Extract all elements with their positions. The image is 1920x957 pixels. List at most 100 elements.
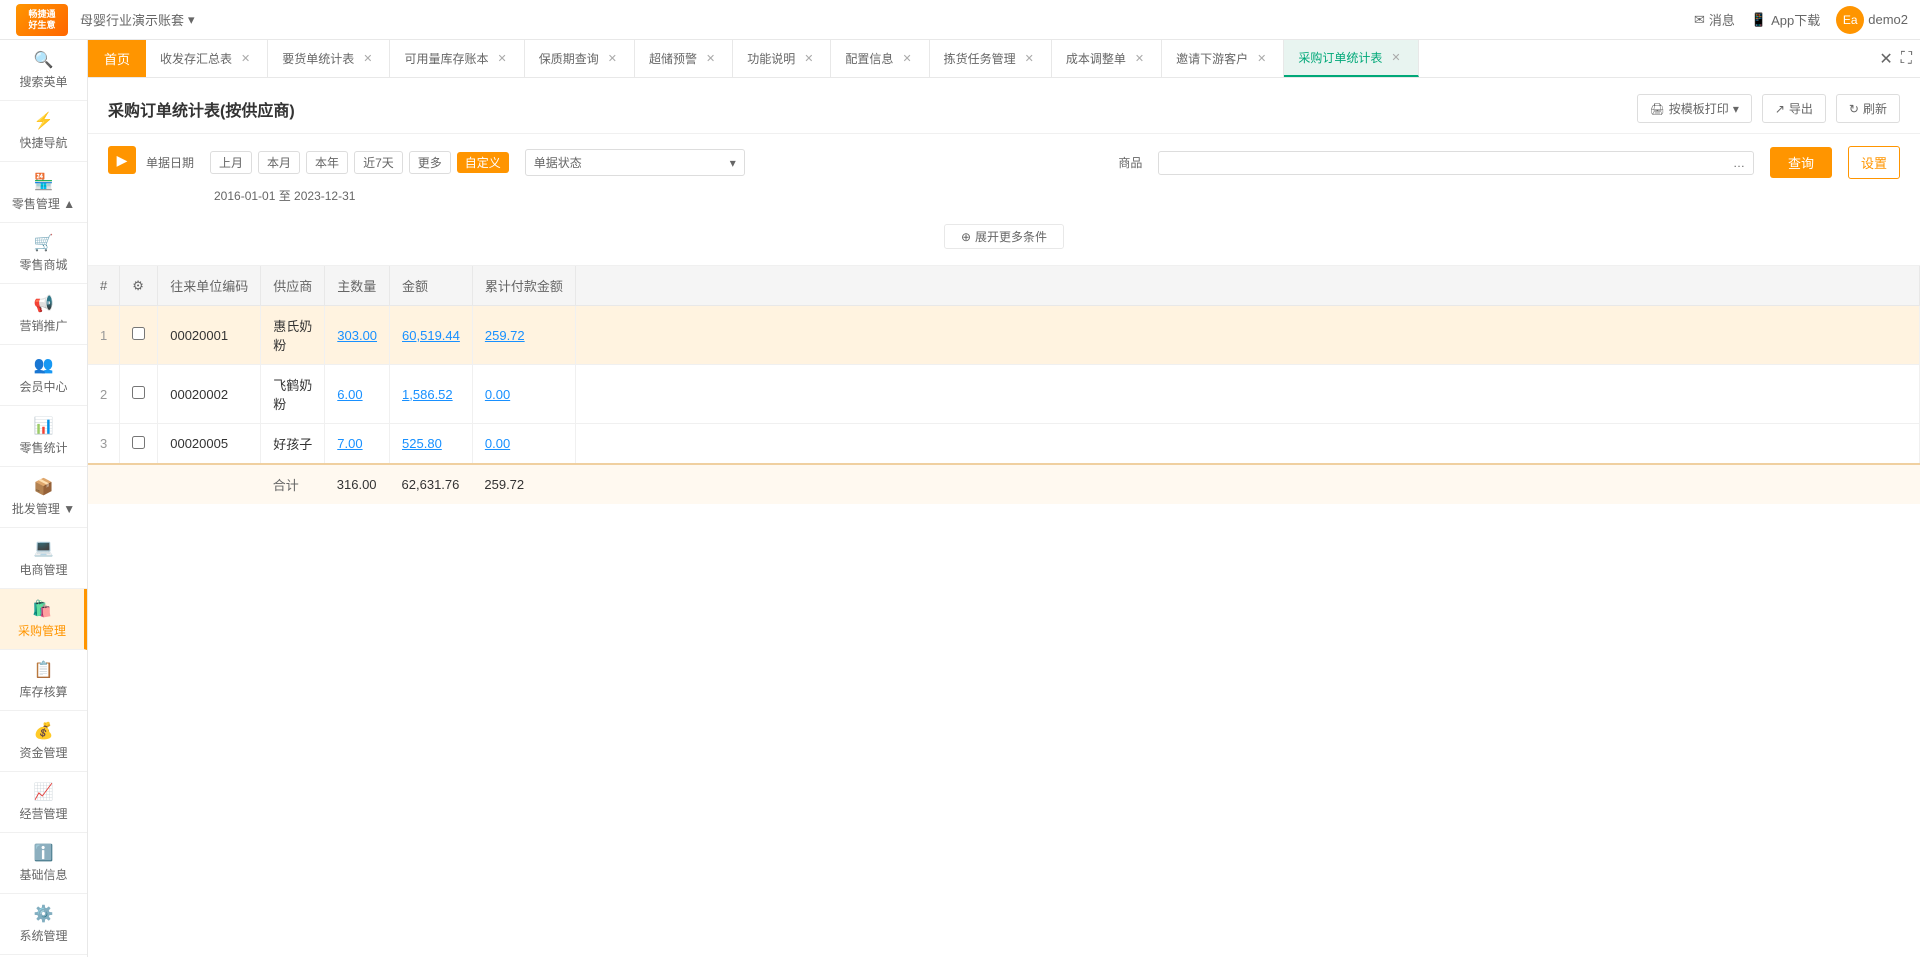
- sidebar-item-ecommerce[interactable]: 💻 电商管理: [0, 528, 87, 589]
- settings-icon: ⚙: [132, 278, 144, 293]
- sidebar-item-system[interactable]: ⚙️ 系统管理: [0, 894, 87, 955]
- tab-cost-adjust[interactable]: 成本调整单 ✕: [1052, 40, 1162, 77]
- tab-close-available-inv[interactable]: ✕: [495, 51, 510, 66]
- date-btn-last-month[interactable]: 上月: [210, 151, 252, 174]
- page-title: 采购订单统计表(按供应商): [108, 97, 295, 121]
- search-icon: 🔍: [4, 50, 83, 70]
- cell-main-qty[interactable]: 303.00: [325, 306, 390, 365]
- nav-icon: ⚡: [4, 111, 83, 131]
- query-button[interactable]: 查询: [1770, 147, 1832, 178]
- goods-filter-more-icon: …: [1733, 156, 1745, 170]
- tab-close-purchase-order-stat[interactable]: ✕: [1388, 50, 1403, 65]
- tab-home-label: 首页: [104, 49, 130, 68]
- refresh-button[interactable]: ↻ 刷新: [1836, 94, 1900, 123]
- main-layout: 🔍 搜索英单 ⚡ 快捷导航 🏪 零售管理 ▲ 🛒 零售商城 📢 营销推广 👥 会…: [0, 40, 1920, 957]
- tab-close-expiry-query[interactable]: ✕: [605, 51, 620, 66]
- row-checkbox[interactable]: [132, 436, 145, 449]
- row-checkbox[interactable]: [132, 386, 145, 399]
- sidebar-item-basic[interactable]: ℹ️ 基础信息: [0, 833, 87, 894]
- sidebar-label-inventory: 库存核算: [19, 685, 67, 699]
- tab-purchase-stat[interactable]: 要货单统计表 ✕: [268, 40, 390, 77]
- cell-amount[interactable]: 525.80: [390, 424, 473, 465]
- cell-amount[interactable]: 60,519.44: [390, 306, 473, 365]
- cell-paid-amount[interactable]: 0.00: [472, 365, 575, 424]
- table-row: 1 00020001 惠氏奶粉 303.00 60,519.44 259.72: [88, 306, 1920, 365]
- tab-receive-send[interactable]: 收发存汇总表 ✕: [146, 40, 268, 77]
- sidebar-item-purchase[interactable]: 🛍️ 采购管理: [0, 589, 87, 650]
- tab-pick-task[interactable]: 拣货任务管理 ✕: [930, 40, 1052, 77]
- date-btn-more[interactable]: 更多: [409, 151, 451, 174]
- sidebar-item-wholesale[interactable]: 📦 批发管理 ▼: [0, 467, 87, 528]
- expand-more-btn[interactable]: ⊕ 展开更多条件: [944, 224, 1064, 249]
- template-print-button[interactable]: 🖨 按模板打印 ▾: [1637, 94, 1752, 123]
- status-filter[interactable]: 单据状态 ▾: [525, 149, 745, 176]
- cell-main-qty[interactable]: 7.00: [325, 424, 390, 465]
- tab-close-cost-adjust[interactable]: ✕: [1132, 51, 1147, 66]
- tab-close-purchase-stat[interactable]: ✕: [360, 51, 375, 66]
- sidebar-item-retail-mgmt[interactable]: 🏪 零售管理 ▲: [0, 162, 87, 223]
- settings-button[interactable]: 设置: [1848, 146, 1900, 179]
- workspace-selector[interactable]: 母婴行业演示账套 ▾: [80, 10, 195, 29]
- tab-label-purchase-order-stat: 采购订单统计表: [1298, 49, 1382, 66]
- tab-overstock[interactable]: 超储预警 ✕: [635, 40, 733, 77]
- user-action[interactable]: Ea demo2: [1836, 6, 1908, 34]
- cell-paid-amount[interactable]: 259.72: [472, 306, 575, 365]
- sidebar-item-search[interactable]: 🔍 搜索英单: [0, 40, 87, 101]
- content-area: 首页 收发存汇总表 ✕ 要货单统计表 ✕ 可用量库存账本 ✕ 保质期查询 ✕ 超…: [88, 40, 1920, 957]
- ecommerce-icon: 💻: [4, 538, 83, 558]
- sidebar-item-retail-shop[interactable]: 🛒 零售商城: [0, 223, 87, 284]
- tab-func-desc[interactable]: 功能说明 ✕: [733, 40, 831, 77]
- sidebar-item-finance[interactable]: 💰 资金管理: [0, 711, 87, 772]
- cell-supplier: 惠氏奶粉: [261, 306, 325, 365]
- date-custom-btn[interactable]: 自定义: [457, 152, 509, 173]
- tab-close-pick-task[interactable]: ✕: [1022, 51, 1037, 66]
- cell-checkbox[interactable]: [120, 365, 158, 424]
- tab-invite-customer[interactable]: 邀请下游客户 ✕: [1162, 40, 1284, 77]
- sidebar-label-nav: 快捷导航: [19, 136, 67, 150]
- tab-config-info[interactable]: 配置信息 ✕: [831, 40, 929, 77]
- workspace-name: 母婴行业演示账套: [80, 10, 184, 29]
- cell-paid-amount[interactable]: 0.00: [472, 424, 575, 465]
- tab-close-invite-customer[interactable]: ✕: [1254, 51, 1269, 66]
- message-action[interactable]: ✉ 消息: [1694, 10, 1735, 29]
- tab-purchase-order-stat[interactable]: 采购订单统计表 ✕: [1284, 40, 1418, 77]
- sidebar-item-retail-stat[interactable]: 📊 零售统计: [0, 406, 87, 467]
- cell-checkbox[interactable]: [120, 424, 158, 465]
- cell-main-qty[interactable]: 6.00: [325, 365, 390, 424]
- cell-checkbox[interactable]: [120, 306, 158, 365]
- export-icon: ↗: [1775, 102, 1785, 116]
- tab-close-all-btn[interactable]: ✕: [1879, 49, 1892, 69]
- table-header-row: # ⚙ 往来单位编码 供应商 主数量 金额 累计付款金额: [88, 266, 1920, 306]
- sidebar-item-member[interactable]: 👥 会员中心: [0, 345, 87, 406]
- cell-seq: 3: [88, 424, 120, 465]
- sidebar-label-ecommerce: 电商管理: [19, 563, 67, 577]
- date-btn-7days[interactable]: 近7天: [354, 151, 403, 174]
- tab-label-overstock: 超储预警: [649, 50, 697, 67]
- sidebar-item-inventory[interactable]: 📋 库存核算: [0, 650, 87, 711]
- goods-filter[interactable]: …: [1158, 151, 1754, 175]
- sidebar-label-search: 搜索英单: [19, 75, 67, 89]
- cell-empty: [575, 365, 1919, 424]
- filter-toggle-btn[interactable]: ▶: [108, 146, 136, 174]
- tab-available-inv[interactable]: 可用量库存账本 ✕: [390, 40, 524, 77]
- tab-close-overstock[interactable]: ✕: [703, 51, 718, 66]
- export-button[interactable]: ↗ 导出: [1762, 94, 1826, 123]
- app-download-action[interactable]: 📱 App下载: [1751, 10, 1820, 29]
- cell-amount[interactable]: 1,586.52: [390, 365, 473, 424]
- tab-close-config-info[interactable]: ✕: [899, 51, 914, 66]
- footer-amount: 62,631.76: [390, 464, 473, 504]
- tab-close-receive-send[interactable]: ✕: [238, 51, 253, 66]
- tab-close-func-desc[interactable]: ✕: [801, 51, 816, 66]
- sidebar-item-marketing[interactable]: 📢 营销推广: [0, 284, 87, 345]
- sidebar-item-nav[interactable]: ⚡ 快捷导航: [0, 101, 87, 162]
- sidebar-item-operations[interactable]: 📈 经营管理: [0, 772, 87, 833]
- col-settings[interactable]: ⚙: [120, 266, 158, 306]
- sidebar-label-retail-shop: 零售商城: [19, 258, 67, 272]
- footer-empty-seq: [88, 464, 120, 504]
- tab-expiry-query[interactable]: 保质期查询 ✕: [525, 40, 635, 77]
- row-checkbox[interactable]: [132, 327, 145, 340]
- tab-home[interactable]: 首页: [88, 40, 146, 77]
- date-btn-this-month[interactable]: 本月: [258, 151, 300, 174]
- tab-expand-btn[interactable]: ⛶: [1901, 50, 1912, 68]
- date-btn-this-year[interactable]: 本年: [306, 151, 348, 174]
